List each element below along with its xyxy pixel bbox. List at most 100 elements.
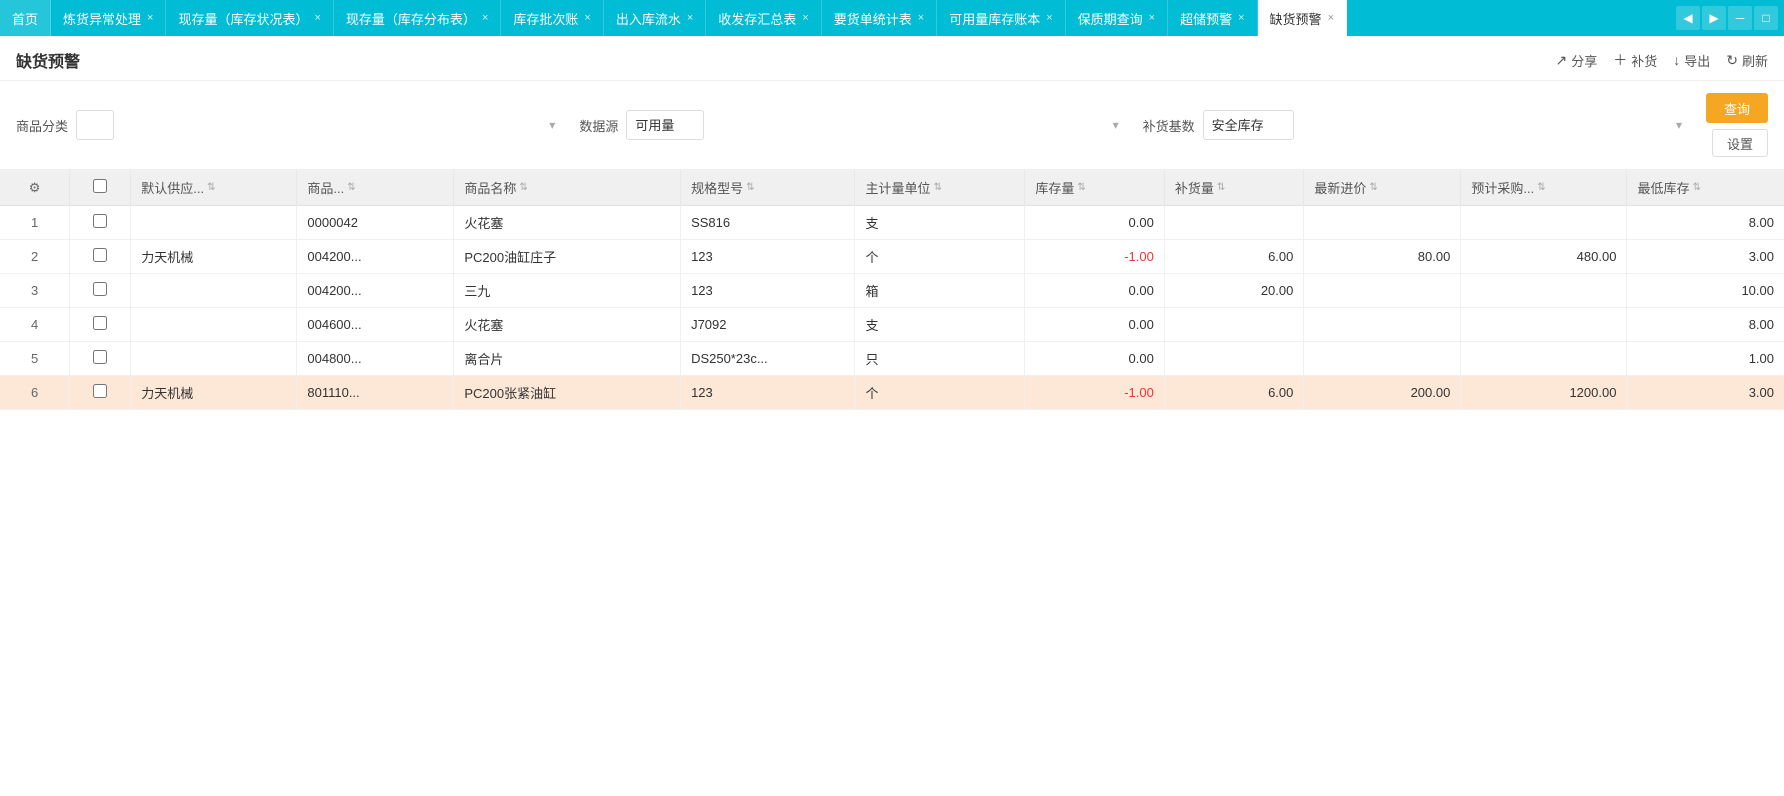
table-row: 6力天机械801110...PC200张紧油缸123个-1.006.00200.…: [0, 376, 1784, 410]
close-icon[interactable]: ×: [584, 12, 590, 24]
th-supplier[interactable]: 默认供应... ⇅: [131, 170, 297, 206]
row-checkbox[interactable]: [93, 248, 107, 262]
table-body: 10000042火花塞SS816支0.008.002力天机械004200...P…: [0, 206, 1784, 410]
close-icon[interactable]: ×: [1149, 12, 1155, 24]
tab-overstock-warning[interactable]: 超储预警 ×: [1168, 0, 1257, 36]
cell-forecast-purchase: [1461, 342, 1627, 376]
tab-expiry-query[interactable]: 保质期查询 ×: [1066, 0, 1168, 36]
tab-shortage-warning[interactable]: 缺货预警 ×: [1258, 0, 1347, 36]
sort-icon: ⇅: [1692, 182, 1700, 193]
datasource-select-wrapper: 可用量: [626, 110, 1126, 140]
close-icon[interactable]: ×: [687, 12, 693, 24]
cell-unit: 个: [855, 240, 1025, 274]
page-container: 缺货预警 ↗ 分享 ＋ 补货 ↓ 导出 ↻ 刷新 商品分类: [0, 36, 1784, 796]
th-check: [70, 170, 131, 206]
th-replenish[interactable]: 补货量 ⇅: [1164, 170, 1304, 206]
cell-index: 1: [0, 206, 70, 240]
cell-replenish: 6.00: [1164, 240, 1304, 274]
cell-replenish: [1164, 206, 1304, 240]
cell-unit: 支: [855, 308, 1025, 342]
nav-minimize-button[interactable]: －: [1728, 6, 1752, 30]
table-row: 2力天机械004200...PC200油缸庄子123个-1.006.0080.0…: [0, 240, 1784, 274]
nav-prev-button[interactable]: ◀: [1676, 6, 1700, 30]
row-checkbox[interactable]: [93, 350, 107, 364]
cell-spec: DS250*23c...: [681, 342, 855, 376]
sort-icon: ⇅: [519, 182, 527, 193]
cell-spec: 123: [681, 376, 855, 410]
tab-demand-stats[interactable]: 要货单统计表 ×: [822, 0, 937, 36]
nav-next-button[interactable]: ▶: [1702, 6, 1726, 30]
close-icon[interactable]: ×: [147, 12, 153, 24]
close-icon[interactable]: ×: [1238, 12, 1244, 24]
tab-batch-account[interactable]: 库存批次账 ×: [501, 0, 603, 36]
sort-icon: ⇅: [746, 182, 754, 193]
th-forecast[interactable]: 预计采购... ⇅: [1461, 170, 1627, 206]
cell-min-stock: 8.00: [1627, 308, 1784, 342]
export-button[interactable]: ↓ 导出: [1673, 51, 1710, 70]
close-icon[interactable]: ×: [802, 12, 808, 24]
table-header-row: ⚙ 默认供应... ⇅ 商品... ⇅: [0, 170, 1784, 206]
cell-code: 004200...: [297, 274, 454, 308]
th-spec[interactable]: 规格型号 ⇅: [681, 170, 855, 206]
cell-check: [70, 342, 131, 376]
cell-index: 6: [0, 376, 70, 410]
tab-receive-summary[interactable]: 收发存汇总表 ×: [706, 0, 821, 36]
select-all-checkbox[interactable]: [93, 179, 107, 193]
share-button[interactable]: ↗ 分享: [1555, 51, 1597, 70]
tab-refinery[interactable]: 炼货异常处理 ×: [51, 0, 166, 36]
th-gear: ⚙: [0, 170, 70, 206]
sort-icon: ⇅: [1537, 182, 1545, 193]
tab-available-ledger[interactable]: 可用量库存账本 ×: [937, 0, 1065, 36]
cell-latest-price: [1304, 274, 1461, 308]
th-price[interactable]: 最新进价 ⇅: [1304, 170, 1461, 206]
cell-name: PC200张紧油缸: [454, 376, 681, 410]
query-button[interactable]: 查询: [1706, 93, 1768, 123]
close-icon[interactable]: ×: [482, 12, 488, 24]
datasource-select[interactable]: 可用量: [626, 110, 704, 140]
cell-supplier: [131, 308, 297, 342]
settings-button[interactable]: 设置: [1712, 129, 1768, 157]
replenish-button[interactable]: ＋ 补货: [1613, 50, 1657, 70]
nav-maximize-button[interactable]: □: [1754, 6, 1778, 30]
sort-icon: ⇅: [207, 182, 215, 193]
category-select[interactable]: [76, 110, 114, 140]
cell-stock: -1.00: [1025, 376, 1165, 410]
replenish-base-select[interactable]: 安全库存: [1203, 110, 1294, 140]
category-filter-group: 商品分类: [16, 110, 563, 140]
close-icon[interactable]: ×: [1328, 12, 1334, 24]
cell-latest-price: [1304, 342, 1461, 376]
th-code[interactable]: 商品... ⇅: [297, 170, 454, 206]
close-icon[interactable]: ×: [314, 12, 320, 24]
cell-check: [70, 376, 131, 410]
category-select-wrapper: [76, 110, 563, 140]
th-name[interactable]: 商品名称 ⇅: [454, 170, 681, 206]
cell-latest-price: 80.00: [1304, 240, 1461, 274]
th-min-stock[interactable]: 最低库存 ⇅: [1627, 170, 1784, 206]
cell-latest-price: [1304, 206, 1461, 240]
tab-inventory-dist[interactable]: 现存量（库存分布表） ×: [334, 0, 501, 36]
cell-supplier: [131, 274, 297, 308]
tab-inout-flow[interactable]: 出入库流水 ×: [604, 0, 706, 36]
replenish-base-filter-group: 补货基数 安全库存: [1143, 110, 1690, 140]
gear-icon[interactable]: ⚙: [10, 180, 59, 196]
cell-code: 004200...: [297, 240, 454, 274]
cell-replenish: 6.00: [1164, 376, 1304, 410]
table-row: 5004800...离合片DS250*23c...只0.001.00: [0, 342, 1784, 376]
data-table: ⚙ 默认供应... ⇅ 商品... ⇅: [0, 170, 1784, 410]
cell-supplier: 力天机械: [131, 240, 297, 274]
tab-home[interactable]: 首页: [0, 0, 51, 36]
table-row: 10000042火花塞SS816支0.008.00: [0, 206, 1784, 240]
tab-inventory-status[interactable]: 现存量（库存状况表） ×: [166, 0, 333, 36]
row-checkbox[interactable]: [93, 384, 107, 398]
sort-icon: ⇅: [1217, 182, 1225, 193]
th-stock[interactable]: 库存量 ⇅: [1025, 170, 1165, 206]
close-icon[interactable]: ×: [1046, 12, 1052, 24]
refresh-button[interactable]: ↻ 刷新: [1726, 51, 1768, 70]
row-checkbox[interactable]: [93, 316, 107, 330]
share-icon: ↗: [1555, 52, 1567, 69]
top-navigation: 首页 炼货异常处理 × 现存量（库存状况表） × 现存量（库存分布表） × 库存…: [0, 0, 1784, 36]
th-unit[interactable]: 主计量单位 ⇅: [855, 170, 1025, 206]
row-checkbox[interactable]: [93, 282, 107, 296]
row-checkbox[interactable]: [93, 214, 107, 228]
close-icon[interactable]: ×: [918, 12, 924, 24]
